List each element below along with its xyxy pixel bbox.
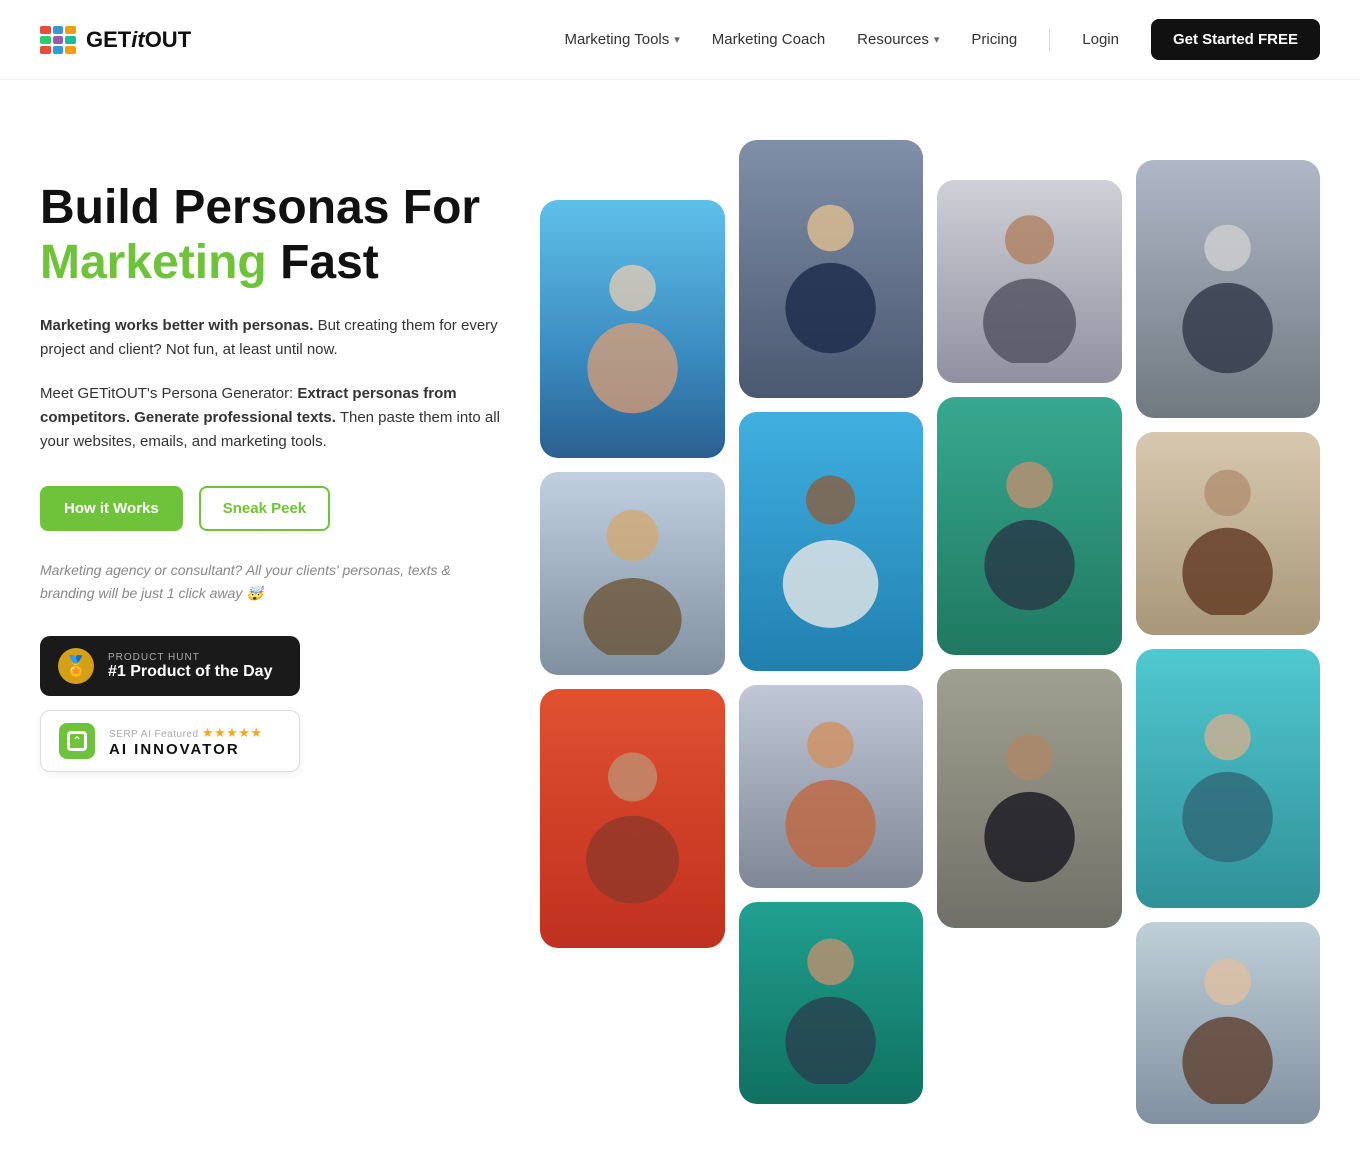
photo-card xyxy=(540,472,725,675)
photo-card xyxy=(937,180,1122,383)
sneak-peek-button[interactable]: Sneak Peek xyxy=(199,486,330,531)
photo-col-2 xyxy=(739,140,924,1104)
photo-card xyxy=(540,689,725,947)
product-hunt-icon: 🏅 xyxy=(58,648,94,684)
nav-links: Marketing Tools ▾ Marketing Coach Resour… xyxy=(564,19,1320,60)
nav-marketing-tools[interactable]: Marketing Tools ▾ xyxy=(564,31,679,48)
badges-container: 🏅 PRODUCT HUNT #1 Product of the Day SER… xyxy=(40,636,500,772)
ai-badge-text: SERP AI Featured ★★★★★ AI INNOVATOR xyxy=(109,725,263,758)
product-hunt-badge[interactable]: 🏅 PRODUCT HUNT #1 Product of the Day xyxy=(40,636,300,696)
hero-section: Build Personas For Marketing Fast Market… xyxy=(0,80,1360,1164)
hero-subtext: Marketing agency or consultant? All your… xyxy=(40,559,500,604)
login-link[interactable]: Login xyxy=(1082,31,1119,48)
photo-col-3 xyxy=(937,180,1122,928)
logo-text: GETitOUT xyxy=(86,27,191,53)
ai-innovator-badge[interactable]: SERP AI Featured ★★★★★ AI INNOVATOR xyxy=(40,710,300,772)
photo-card xyxy=(1136,922,1321,1125)
hero-buttons: How it Works Sneak Peek xyxy=(40,486,500,531)
photo-col-4 xyxy=(1136,160,1321,1124)
ai-badge-label: SERP AI Featured ★★★★★ xyxy=(109,725,263,741)
hero-title-green: Marketing xyxy=(40,236,267,289)
nav-resources[interactable]: Resources ▾ xyxy=(857,31,939,48)
nav-pricing[interactable]: Pricing xyxy=(971,31,1017,48)
ai-badge-name: AI INNOVATOR xyxy=(109,741,263,758)
photo-card xyxy=(739,685,924,888)
photo-card xyxy=(1136,649,1321,907)
photo-card xyxy=(540,200,725,458)
photo-card xyxy=(739,140,924,398)
photo-col-1 xyxy=(540,200,725,948)
navbar: GETitOUT Marketing Tools ▾ Marketing Coa… xyxy=(0,0,1360,80)
photo-card xyxy=(1136,160,1321,418)
nav-divider xyxy=(1049,28,1050,52)
photo-card xyxy=(937,397,1122,655)
ai-logo-icon xyxy=(59,723,95,759)
photo-card xyxy=(739,412,924,670)
hero-description-2: Meet GETitOUT's Persona Generator: Extra… xyxy=(40,382,500,454)
how-it-works-button[interactable]: How it Works xyxy=(40,486,183,531)
photo-card xyxy=(937,669,1122,927)
star-rating: ★★★★★ xyxy=(202,725,263,740)
photo-card xyxy=(739,902,924,1105)
photo-card xyxy=(1136,432,1321,635)
logo[interactable]: GETitOUT xyxy=(40,26,191,54)
nav-marketing-coach[interactable]: Marketing Coach xyxy=(712,31,825,48)
photo-grid xyxy=(540,140,1320,1124)
product-hunt-label: PRODUCT HUNT xyxy=(108,652,272,663)
logo-icon xyxy=(40,26,76,54)
product-hunt-text: PRODUCT HUNT #1 Product of the Day xyxy=(108,652,272,681)
hero-title: Build Personas For Marketing Fast xyxy=(40,180,500,290)
get-started-button[interactable]: Get Started FREE xyxy=(1151,19,1320,60)
chevron-down-icon-2: ▾ xyxy=(934,33,940,46)
hero-left: Build Personas For Marketing Fast Market… xyxy=(40,140,500,772)
hero-description-1: Marketing works better with personas. Bu… xyxy=(40,314,500,362)
chevron-down-icon: ▾ xyxy=(674,33,680,46)
product-hunt-name: #1 Product of the Day xyxy=(108,663,272,681)
